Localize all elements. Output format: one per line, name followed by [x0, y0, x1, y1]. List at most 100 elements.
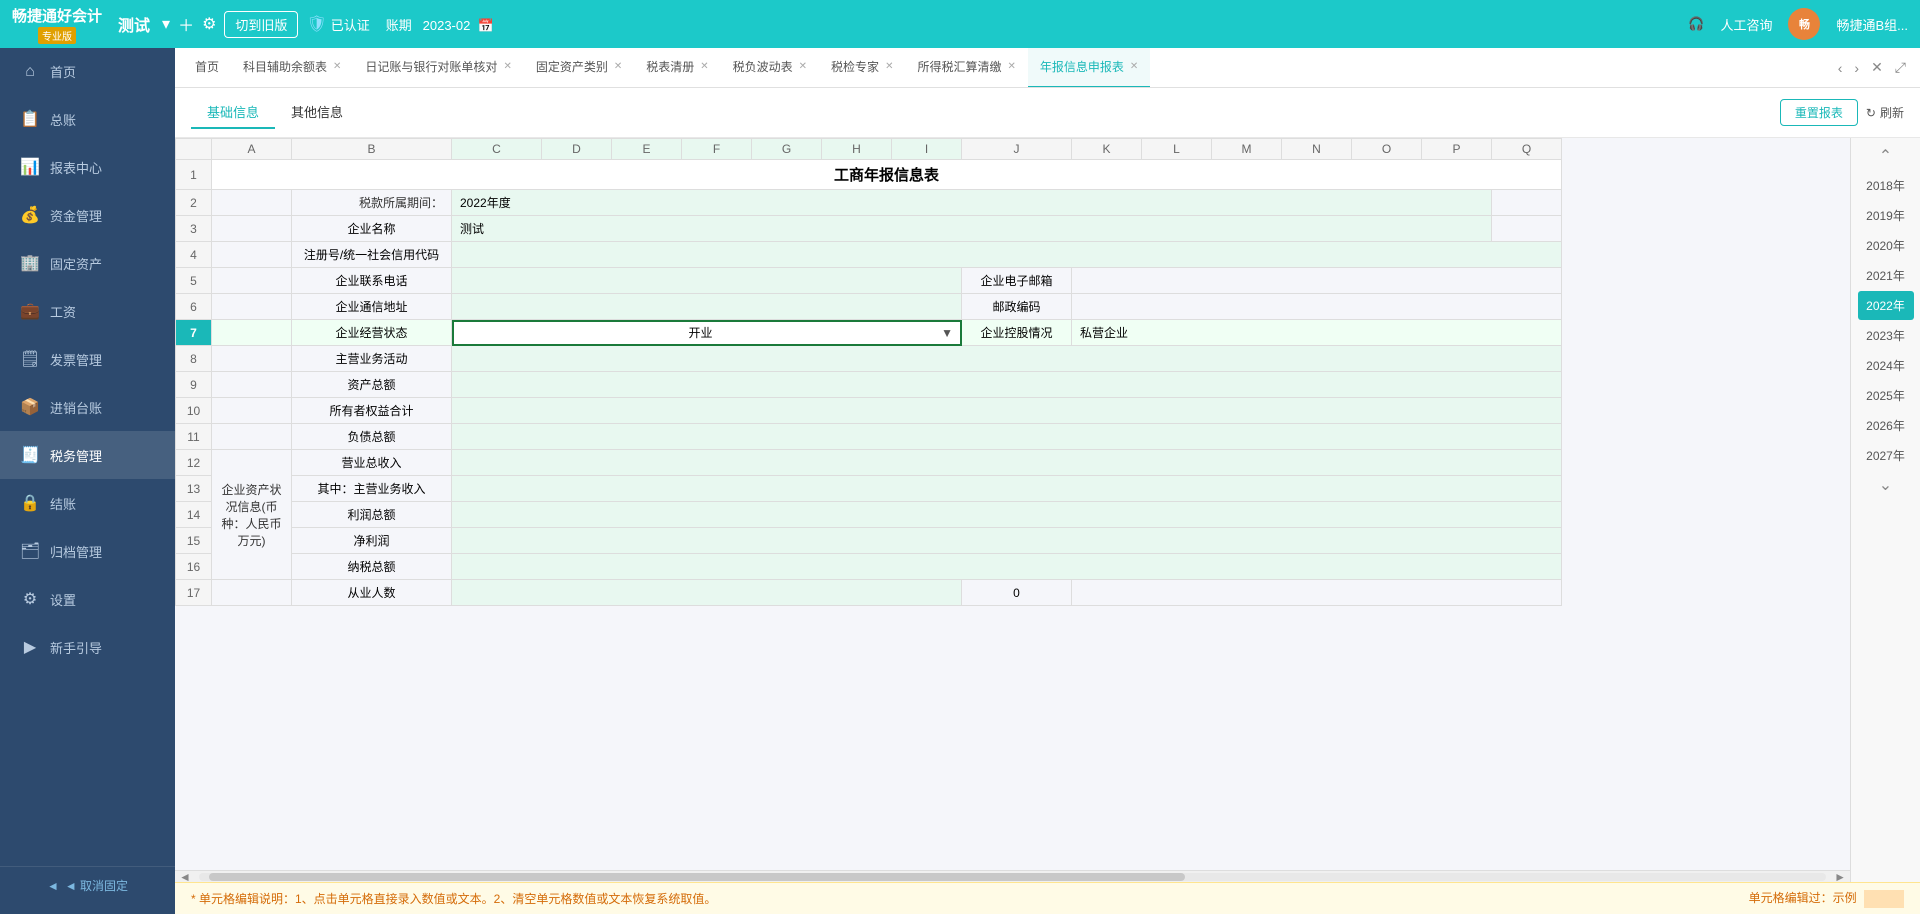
col-header-m[interactable]: M [1212, 139, 1282, 160]
year-item-2019年[interactable]: 2019年 [1858, 201, 1914, 230]
year-item-2020年[interactable]: 2020年 [1858, 231, 1914, 260]
cell-4b[interactable]: 注册号/统一社会信用代码 [292, 242, 452, 268]
cell-13c[interactable] [452, 476, 1562, 502]
cell-17a[interactable] [212, 580, 292, 606]
tab-close-journal-icon[interactable]: ✕ [503, 61, 511, 72]
sidebar-item-home[interactable]: ⌂ 首页 [0, 48, 175, 95]
cell-4a[interactable] [212, 242, 292, 268]
cell-7c[interactable]: 开业 ▼ [452, 320, 962, 346]
tab-aux[interactable]: 科目辅助余额表✕ [231, 48, 353, 88]
year-item-2027年[interactable]: 2027年 [1858, 441, 1914, 470]
dropdown-arrow-icon[interactable]: ▼ [941, 326, 953, 340]
year-nav-down[interactable]: ⌄ [1875, 471, 1896, 499]
subtab-basic[interactable]: 基础信息 [191, 96, 275, 129]
sidebar-item-ledger[interactable]: 📋 总账 [0, 95, 175, 143]
cell-15b[interactable]: 净利润 [292, 528, 452, 554]
cell-3c[interactable]: 测试 [452, 216, 1492, 242]
year-item-2022年[interactable]: 2022年 [1858, 291, 1914, 320]
col-header-i[interactable]: I [892, 139, 962, 160]
tab-prev-button[interactable]: ‹ [1832, 60, 1849, 76]
support-label[interactable]: 人工咨询 [1720, 15, 1772, 34]
col-header-e[interactable]: E [612, 139, 682, 160]
year-nav-up[interactable]: ⌃ [1875, 142, 1896, 170]
tab-next-button[interactable]: › [1848, 60, 1865, 76]
sidebar-item-archive[interactable]: 🗂 归档管理 [0, 527, 175, 575]
tab-tax_risk[interactable]: 税负波动表✕ [721, 48, 819, 88]
cell-11b[interactable]: 负债总额 [292, 424, 452, 450]
col-header-j[interactable]: J [962, 139, 1072, 160]
col-header-k[interactable]: K [1072, 139, 1142, 160]
tab-tax_check[interactable]: 税检专家✕ [819, 48, 905, 88]
tab-fixed_assets[interactable]: 固定资产类别✕ [524, 48, 634, 88]
cell-11c[interactable] [452, 424, 1562, 450]
sidebar-item-inventory[interactable]: 📦 进销台账 [0, 383, 175, 431]
sidebar-item-report[interactable]: 📊 报表中心 [0, 143, 175, 191]
cell-8c[interactable] [452, 346, 1562, 372]
sidebar-item-close[interactable]: 🔒 结账 [0, 479, 175, 527]
cell-17k[interactable] [1072, 580, 1562, 606]
col-header-f[interactable]: F [682, 139, 752, 160]
cell-9b[interactable]: 资产总额 [292, 372, 452, 398]
cell-9c[interactable] [452, 372, 1562, 398]
year-item-2024年[interactable]: 2024年 [1858, 351, 1914, 380]
cell-11a[interactable] [212, 424, 292, 450]
cell-10b[interactable]: 所有者权益合计 [292, 398, 452, 424]
tab-close-fixed_assets-icon[interactable]: ✕ [614, 61, 622, 72]
year-item-2025年[interactable]: 2025年 [1858, 381, 1914, 410]
dropdown-cell[interactable]: 开业 ▼ [460, 324, 953, 341]
tab-close-annual_report-icon[interactable]: ✕ [1130, 61, 1138, 72]
cell-8a[interactable] [212, 346, 292, 372]
horizontal-scrollbar[interactable]: ◄ ► [175, 870, 1850, 882]
cell-3b[interactable]: 企业名称 [292, 216, 452, 242]
cell-14c[interactable] [452, 502, 1562, 528]
col-header-a[interactable]: A [212, 139, 292, 160]
sidebar-item-salary[interactable]: 💼 工资 [0, 287, 175, 335]
tab-close-tax_check-icon[interactable]: ✕ [885, 61, 893, 72]
year-item-2026年[interactable]: 2026年 [1858, 411, 1914, 440]
year-item-2023年[interactable]: 2023年 [1858, 321, 1914, 350]
cell-17c[interactable] [452, 580, 962, 606]
reset-button[interactable]: 重置报表 [1780, 99, 1858, 126]
tab-annual_report[interactable]: 年报信息申报表✕ [1028, 48, 1150, 88]
tab-tax_calc[interactable]: 所得税汇算清缴✕ [905, 48, 1027, 88]
cell-7b[interactable]: 企业经营状态 [292, 320, 452, 346]
cell-16c[interactable] [452, 554, 1562, 580]
tab-close-tax_risk-icon[interactable]: ✕ [799, 61, 807, 72]
tab-tax_form[interactable]: 税表清册✕ [634, 48, 720, 88]
cell-5j[interactable]: 企业电子邮箱 [962, 268, 1072, 294]
title-cell[interactable]: 工商年报信息表 [212, 160, 1562, 190]
cell-4c[interactable] [452, 242, 1562, 268]
cell-15c[interactable] [452, 528, 1562, 554]
cell-5a[interactable] [212, 268, 292, 294]
cell-5b[interactable]: 企业联系电话 [292, 268, 452, 294]
col-header-g[interactable]: G [752, 139, 822, 160]
col-header-b[interactable]: B [292, 139, 452, 160]
col-header-n[interactable]: N [1282, 139, 1352, 160]
unpin-button[interactable]: ◄ ◄ 取消固定 [0, 866, 175, 904]
subtab-other[interactable]: 其他信息 [275, 96, 359, 129]
cell-3a[interactable] [212, 216, 292, 242]
year-item-2021年[interactable]: 2021年 [1858, 261, 1914, 290]
year-item-2018年[interactable]: 2018年 [1858, 171, 1914, 200]
tab-journal[interactable]: 日记账与银行对账单核对✕ [353, 48, 523, 88]
col-header-h[interactable]: H [822, 139, 892, 160]
cell-6c[interactable] [452, 294, 962, 320]
cell-5k[interactable] [1072, 268, 1562, 294]
cell-2b[interactable]: 税款所属期间： [292, 190, 452, 216]
cell-9a[interactable] [212, 372, 292, 398]
col-header-c[interactable]: C [452, 139, 542, 160]
cell-16b[interactable]: 纳税总额 [292, 554, 452, 580]
cell-6b[interactable]: 企业通信地址 [292, 294, 452, 320]
cell-14b[interactable]: 利润总额 [292, 502, 452, 528]
cell-12c[interactable] [452, 450, 1562, 476]
cell-7j[interactable]: 企业控股情况 [962, 320, 1072, 346]
tab-close-tax_form-icon[interactable]: ✕ [700, 61, 708, 72]
col-header-p[interactable]: P [1422, 139, 1492, 160]
sidebar-item-guide[interactable]: ▶ 新手引导 [0, 623, 175, 671]
tab-close-button[interactable]: ✕ [1865, 59, 1889, 76]
tab-home[interactable]: 首页 [183, 48, 231, 88]
settings-icon[interactable]: ⚙ [202, 14, 216, 34]
add-icon[interactable]: ＋ [178, 12, 194, 36]
sidebar-item-fund[interactable]: 💰 资金管理 [0, 191, 175, 239]
cell-6j[interactable]: 邮政编码 [962, 294, 1072, 320]
